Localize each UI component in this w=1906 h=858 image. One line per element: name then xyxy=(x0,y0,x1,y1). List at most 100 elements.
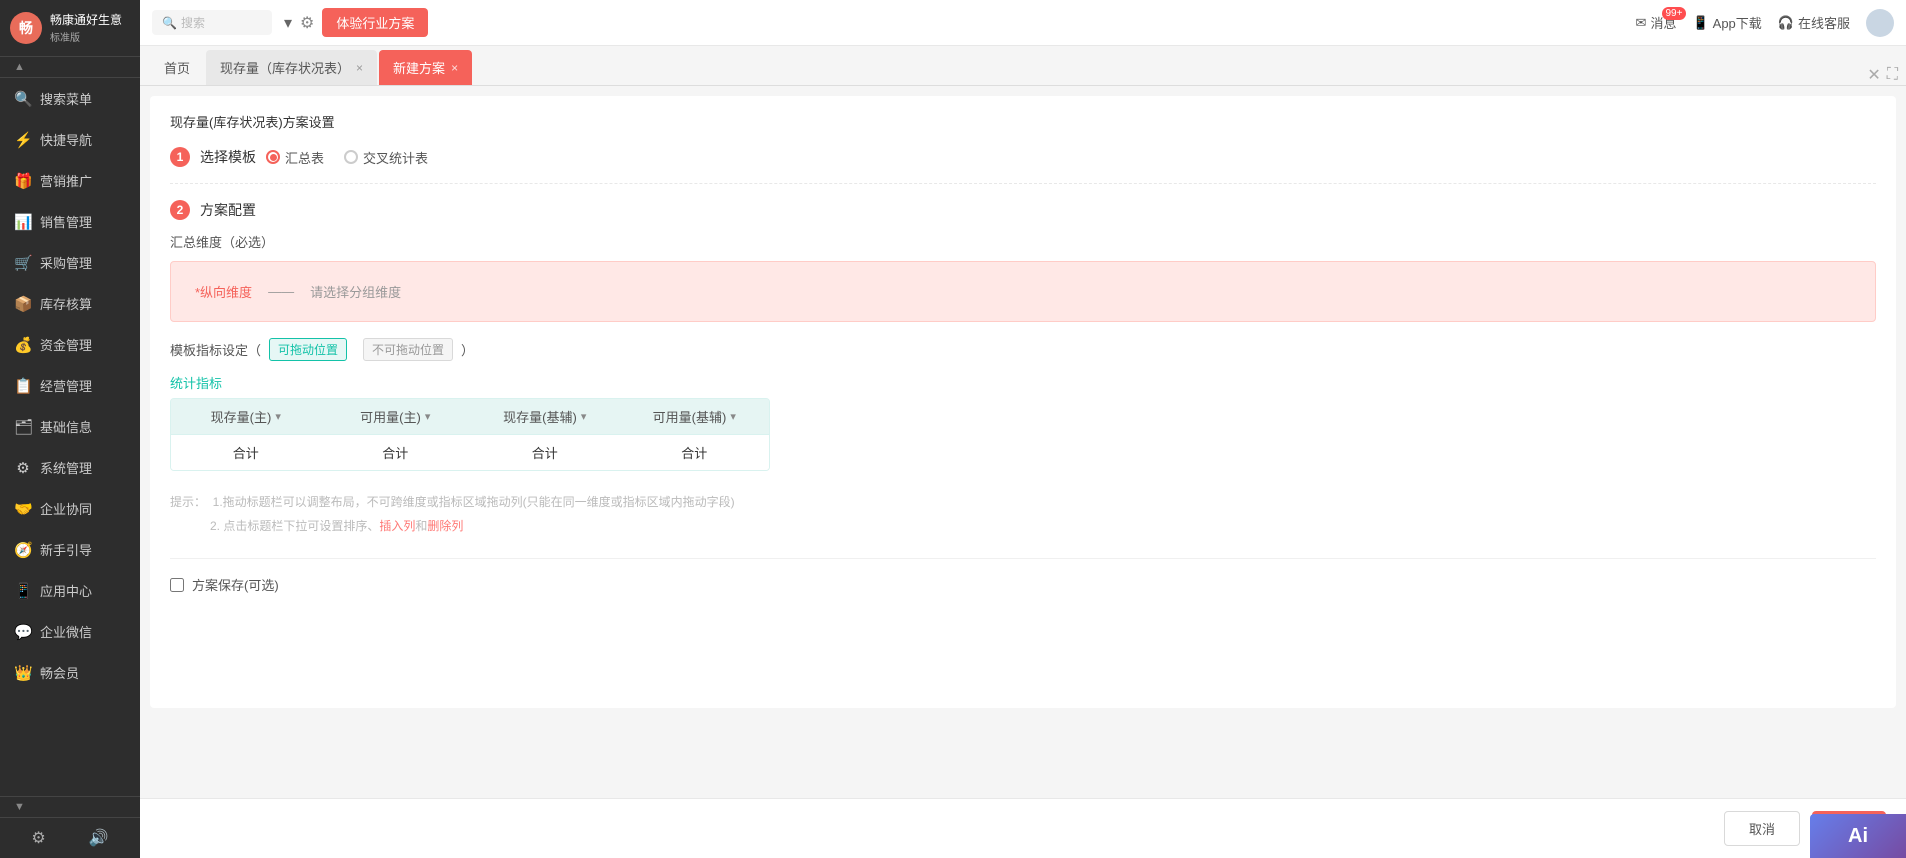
ai-badge[interactable]: Ai xyxy=(1810,814,1906,858)
stats-header-cell-3[interactable]: 现存量(基辅) ▾ xyxy=(470,399,620,434)
tab-home[interactable]: 首页 xyxy=(150,50,204,85)
sidebar-item-label: 系统管理 xyxy=(40,458,92,477)
sidebar-item-enterprise[interactable]: 🤝 企业协同 xyxy=(0,488,140,529)
tab-home-label: 首页 xyxy=(164,58,190,77)
handshake-icon: 🤝 xyxy=(14,500,32,518)
sidebar-item-label: 新手引导 xyxy=(40,540,92,559)
sidebar-item-app-center[interactable]: 📱 应用中心 xyxy=(0,570,140,611)
sidebar-item-wechat[interactable]: 💬 企业微信 xyxy=(0,611,140,652)
tab-inventory-status[interactable]: 现存量（库存状况表） × xyxy=(206,50,377,85)
tab-new-scheme-close-icon[interactable]: × xyxy=(451,61,458,75)
sidebar-nav: 🔍 搜索菜单 ⚡ 快捷导航 🎁 营销推广 📊 销售管理 🛒 采购管理 📦 库存核… xyxy=(0,78,140,796)
dimension-area[interactable]: *纵向维度 —— 请选择分组维度 xyxy=(170,261,1876,322)
online-service-link[interactable]: 🎧 在线客服 xyxy=(1778,13,1850,32)
tip-highlight: 插入列 xyxy=(379,519,415,533)
sidebar-item-finance[interactable]: 💰 资金管理 xyxy=(0,324,140,365)
tabbar: 首页 现存量（库存状况表） × 新建方案 × ✕ ⛶ xyxy=(140,46,1906,86)
app-icon: 📱 xyxy=(1692,15,1708,31)
lightning-icon: ⚡ xyxy=(14,131,32,149)
sidebar-item-inventory[interactable]: 📦 库存核算 xyxy=(0,283,140,324)
sidebar-bottom: ⚙ 🔊 xyxy=(0,817,140,858)
radio-summary[interactable]: 汇总表 xyxy=(266,148,324,167)
search-box[interactable]: 🔍 搜索 xyxy=(152,10,272,35)
sidebar-item-label: 经营管理 xyxy=(40,376,92,395)
save-label: 方案保存(可选) xyxy=(192,575,279,594)
sidebar-item-sales[interactable]: 📊 销售管理 xyxy=(0,201,140,242)
template-options: 汇总表 交叉统计表 xyxy=(266,148,428,167)
stats-body-col-3: 合计 xyxy=(470,434,620,470)
clipboard-icon: 📋 xyxy=(14,377,32,395)
gift-icon: 🎁 xyxy=(14,172,32,190)
app-download-link[interactable]: 📱 App下载 xyxy=(1692,13,1761,32)
chevron-down-icon-3: ▾ xyxy=(581,410,587,423)
panel-footer: 方案保存(可选) xyxy=(170,558,1876,594)
online-service-label: 在线客服 xyxy=(1798,13,1850,32)
search-icon: 🔍 xyxy=(14,90,32,108)
trial-button[interactable]: 体验行业方案 xyxy=(322,8,428,37)
sidebar-item-quick-nav[interactable]: ⚡ 快捷导航 xyxy=(0,119,140,160)
app-logo-icon: 畅 xyxy=(10,12,42,44)
radio-cross-label: 交叉统计表 xyxy=(363,148,428,167)
messages-badge[interactable]: ✉ 消息 99+ xyxy=(1636,13,1677,32)
stats-body-cell-4: 合计 xyxy=(620,434,770,470)
expand-panel-icon[interactable]: ⛶ xyxy=(1887,66,1898,84)
sidebar: 畅 畅康通好生意 标准版 ▲ 🔍 搜索菜单 ⚡ 快捷导航 🎁 营销推广 📊 销售… xyxy=(0,0,140,858)
tab-inventory-label: 现存量（库存状况表） xyxy=(220,58,350,77)
sidebar-item-label: 采购管理 xyxy=(40,253,92,272)
stats-col-1: 现存量(主) ▾ xyxy=(171,399,321,434)
stats-body-col-2: 合计 xyxy=(321,434,471,470)
sidebar-item-label: 企业协同 xyxy=(40,499,92,518)
sidebar-item-vip[interactable]: 👑 畅会员 xyxy=(0,652,140,693)
stats-body-col-4: 合计 xyxy=(620,434,770,470)
radio-cross[interactable]: 交叉统计表 xyxy=(344,148,428,167)
avatar-image xyxy=(1866,9,1894,37)
topbar-right: ✉ 消息 99+ 📱 App下载 🎧 在线客服 xyxy=(1636,9,1894,37)
app-name: 畅康通好生意 xyxy=(50,12,122,29)
sidebar-item-purchase[interactable]: 🛒 采购管理 xyxy=(0,242,140,283)
settings-bottom-icon[interactable]: ⚙ xyxy=(31,828,45,848)
compass-icon: 🧭 xyxy=(14,541,32,559)
close-panel-icon[interactable]: ✕ xyxy=(1867,65,1880,85)
stats-header-label-1: 现存量(主) xyxy=(211,407,272,426)
indicator-settings-end: ） xyxy=(461,340,474,359)
message-icon: ✉ xyxy=(1636,15,1647,31)
step2-header: 2 方案配置 xyxy=(170,200,1876,220)
stats-header-cell-4[interactable]: 可用量(基辅) ▾ xyxy=(620,399,770,434)
sidebar-item-new-guide[interactable]: 🧭 新手引导 xyxy=(0,529,140,570)
tab-inventory-close-icon[interactable]: × xyxy=(356,61,363,75)
sidebar-item-search-menu[interactable]: 🔍 搜索菜单 xyxy=(0,78,140,119)
radio-summary-label: 汇总表 xyxy=(285,148,324,167)
cancel-button[interactable]: 取消 xyxy=(1724,811,1800,846)
tips-section: 提示： 1.拖动标题栏可以调整布局，不可跨维度或指标区域拖动列(只能在同一维度或… xyxy=(170,490,1876,538)
sidebar-logo: 畅 畅康通好生意 标准版 xyxy=(0,0,140,57)
settings-gear-icon[interactable]: ⚙ xyxy=(300,13,314,33)
messages-count: 99+ xyxy=(1662,7,1687,20)
stats-header-cell-2[interactable]: 可用量(主) ▾ xyxy=(321,399,471,434)
crown-icon: 👑 xyxy=(14,664,32,682)
dimension-line: —— xyxy=(268,284,294,299)
sidebar-item-label: 快捷导航 xyxy=(40,130,92,149)
save-checkbox[interactable] xyxy=(170,578,184,592)
mobile-icon: 📱 xyxy=(14,582,32,600)
step2-label: 方案配置 xyxy=(200,200,256,220)
tab-new-scheme-label: 新建方案 xyxy=(393,58,445,77)
sidebar-item-operations[interactable]: 📋 经营管理 xyxy=(0,365,140,406)
stats-header-label-3: 现存量(基辅) xyxy=(503,407,577,426)
sidebar-item-marketing[interactable]: 🎁 营销推广 xyxy=(0,160,140,201)
sidebar-item-system[interactable]: ⚙ 系统管理 xyxy=(0,447,140,488)
stats-header-cell-1[interactable]: 现存量(主) ▾ xyxy=(171,399,321,434)
user-avatar[interactable] xyxy=(1866,9,1894,37)
chevron-down-icon-2: ▾ xyxy=(425,410,431,423)
tab-new-scheme[interactable]: 新建方案 × xyxy=(379,50,472,85)
gear-icon: ⚙ xyxy=(14,459,32,477)
indicator-settings-bar: 模板指标设定（ 可拖动位置 不可拖动位置 ） xyxy=(170,338,1876,361)
tag-fixed: 不可拖动位置 xyxy=(363,338,453,361)
stats-header-row: 现存量(主) ▾ 可用量(主) ▾ 现存量(基辅) ▾ xyxy=(171,399,769,434)
folder-icon: 🗂 xyxy=(14,418,32,436)
indicator-settings-text: 模板指标设定（ xyxy=(170,340,261,359)
scheme-panel: 现存量(库存状况表)方案设置 1 选择模板 汇总表 交叉统计表 xyxy=(150,96,1896,708)
sidebar-item-basic-info[interactable]: 🗂 基础信息 xyxy=(0,406,140,447)
dropdown-arrow-icon[interactable]: ▾ xyxy=(284,13,292,33)
speaker-icon[interactable]: 🔊 xyxy=(89,828,109,848)
stats-col-4: 可用量(基辅) ▾ xyxy=(620,399,770,434)
